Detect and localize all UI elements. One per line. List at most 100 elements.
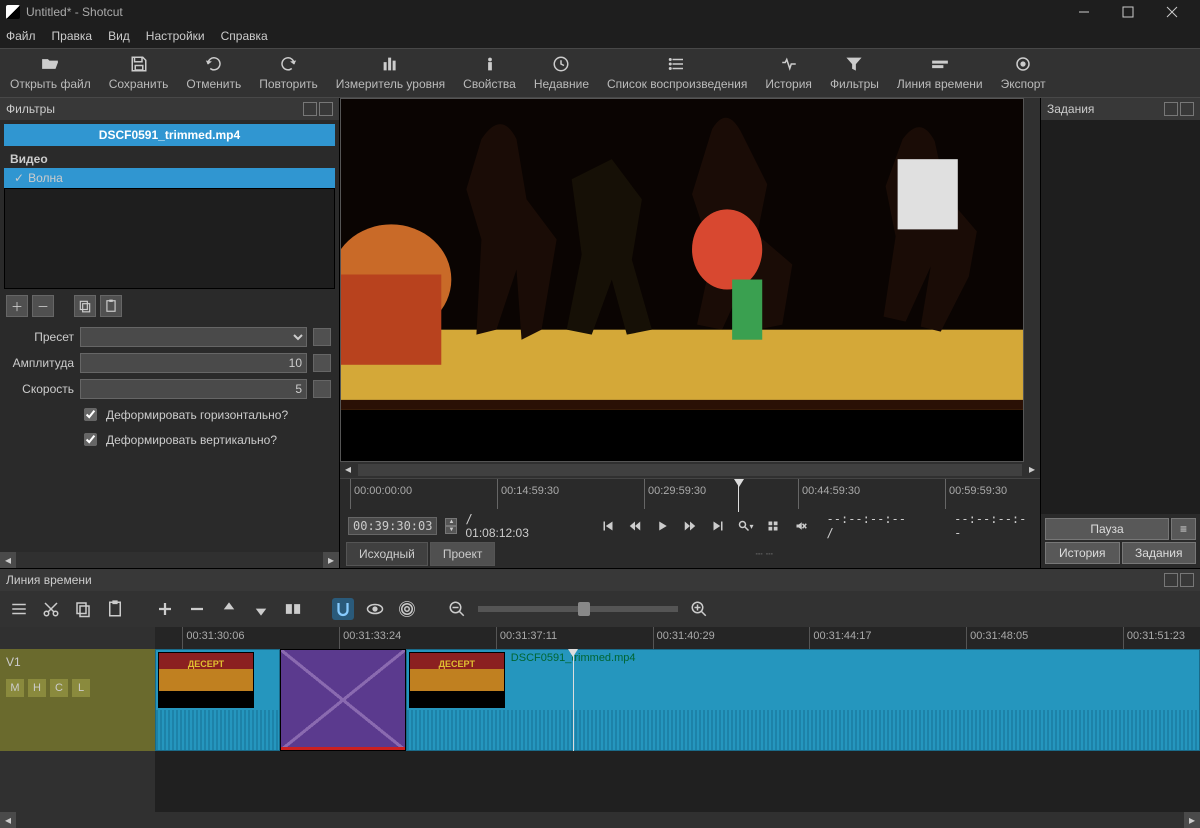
history-tab-button[interactable]: История: [1045, 542, 1120, 564]
timecode-spinner[interactable]: ▲▼: [445, 518, 457, 534]
pause-button[interactable]: Пауза: [1045, 518, 1169, 540]
copy-filter-button[interactable]: [74, 295, 96, 317]
play-button[interactable]: [653, 516, 673, 536]
paste-button[interactable]: [104, 598, 126, 620]
skip-start-button[interactable]: [598, 516, 618, 536]
scrub-audio-button[interactable]: [364, 598, 386, 620]
deform-vertical-checkbox[interactable]: Деформировать вертикально?: [8, 430, 331, 449]
jobs-menu-button[interactable]: ≡: [1171, 518, 1196, 540]
redo-button[interactable]: Повторить: [259, 55, 318, 91]
close-button[interactable]: [1150, 0, 1194, 24]
preview-v-scrollbar[interactable]: [1024, 98, 1040, 462]
zoom-slider[interactable]: [478, 606, 678, 612]
timeline-ruler[interactable]: 00:31:30:06 00:31:33:24 00:31:37:11 00:3…: [155, 627, 1200, 649]
cut-button[interactable]: [40, 598, 62, 620]
tab-project[interactable]: Проект: [430, 542, 496, 566]
append-button[interactable]: [154, 598, 176, 620]
overwrite-button[interactable]: [250, 598, 272, 620]
level-meter-button[interactable]: Измеритель уровня: [336, 55, 445, 91]
preview-scrubber[interactable]: 00:00:00:00 00:14:59:30 00:29:59:30 00:4…: [340, 478, 1040, 512]
recent-button[interactable]: Недавние: [534, 55, 589, 91]
fast-forward-button[interactable]: [681, 516, 701, 536]
param-amplitude-input[interactable]: [80, 353, 307, 373]
clip-1[interactable]: ДЕСЕРТ: [155, 649, 280, 751]
skip-end-button[interactable]: [708, 516, 728, 536]
save-button[interactable]: Сохранить: [109, 55, 169, 91]
history-icon: [780, 55, 798, 73]
current-timecode[interactable]: 00:39:30:03: [348, 517, 437, 535]
track-composite-button[interactable]: C: [50, 679, 68, 697]
track-lock-button[interactable]: L: [72, 679, 90, 697]
timeline-playhead[interactable]: [573, 649, 574, 751]
applied-filter-row[interactable]: ✓ Волна: [4, 168, 335, 188]
total-timecode: / 01:08:12:03: [465, 512, 541, 540]
menu-help[interactable]: Справка: [221, 29, 268, 43]
track-name: V1: [6, 655, 21, 669]
grid-button[interactable]: [763, 516, 783, 536]
panel-close-icon[interactable]: [319, 102, 333, 116]
zoom-in-button[interactable]: [688, 598, 710, 620]
rewind-button[interactable]: [625, 516, 645, 536]
panel-float-icon[interactable]: [303, 102, 317, 116]
menu-view[interactable]: Вид: [108, 29, 130, 43]
param-speed-input[interactable]: [80, 379, 307, 399]
panel-close-icon[interactable]: [1180, 102, 1194, 116]
split-button[interactable]: [282, 598, 304, 620]
copy-button[interactable]: [72, 598, 94, 620]
snap-button[interactable]: [332, 598, 354, 620]
param-speed-label: Скорость: [8, 382, 74, 396]
jobs-tab-button[interactable]: Задания: [1122, 542, 1197, 564]
paste-filter-button[interactable]: [100, 295, 122, 317]
menu-file[interactable]: Файл: [6, 29, 36, 43]
minimize-button[interactable]: [1062, 0, 1106, 24]
filters-h-scrollbar[interactable]: ◂▸: [0, 552, 339, 568]
open-file-button[interactable]: Открыть файл: [10, 55, 91, 91]
maximize-button[interactable]: [1106, 0, 1150, 24]
video-preview[interactable]: [340, 98, 1024, 462]
panel-float-icon[interactable]: [1164, 573, 1178, 587]
preview-h-scrollbar[interactable]: ◂▸: [340, 462, 1040, 478]
menu-settings[interactable]: Настройки: [146, 29, 205, 43]
param-speed-reset[interactable]: [313, 380, 331, 398]
filters-button[interactable]: Фильтры: [830, 55, 879, 91]
remove-filter-button[interactable]: －: [32, 295, 54, 317]
zoom-dropdown-button[interactable]: ▾: [736, 516, 756, 536]
transition-1[interactable]: [280, 649, 405, 751]
save-icon: [130, 55, 148, 73]
lift-button[interactable]: [218, 598, 240, 620]
level-meter-icon: [381, 55, 399, 73]
properties-button[interactable]: Свойства: [463, 55, 516, 91]
timeline-menu-button[interactable]: [8, 598, 30, 620]
timeline-button[interactable]: Линия времени: [897, 55, 983, 91]
deform-horizontal-checkbox[interactable]: Деформировать горизонтально?: [8, 405, 331, 424]
menu-edit[interactable]: Правка: [52, 29, 93, 43]
track-mute-button[interactable]: M: [6, 679, 24, 697]
param-amplitude-reset[interactable]: [313, 354, 331, 372]
filter-category-label: Видео: [0, 150, 339, 168]
export-button[interactable]: Экспорт: [1001, 55, 1046, 91]
ripple-delete-button[interactable]: [186, 598, 208, 620]
history-button[interactable]: История: [765, 55, 812, 91]
preview-area: ◂▸ 00:00:00:00 00:14:59:30 00:29:59:30 0…: [340, 98, 1040, 568]
panel-close-icon[interactable]: [1180, 573, 1194, 587]
jobs-panel-title: Задания: [1047, 102, 1094, 116]
playlist-button[interactable]: Список воспроизведения: [607, 55, 747, 91]
video-track-v1[interactable]: ДЕСЕРТ ДЕСЕРТ DSCF0591_trimmed.mp4: [155, 649, 1200, 751]
zoom-out-button[interactable]: [446, 598, 468, 620]
panel-float-icon[interactable]: [1164, 102, 1178, 116]
drag-handle-icon[interactable]: ┄┄: [497, 547, 1034, 561]
tab-source[interactable]: Исходный: [346, 542, 428, 566]
add-filter-button[interactable]: ＋: [6, 295, 28, 317]
preset-select[interactable]: [80, 327, 307, 347]
funnel-icon: [845, 55, 863, 73]
filter-list-area: [4, 188, 335, 289]
ripple-button[interactable]: [396, 598, 418, 620]
track-head-v1[interactable]: V1 M H C L: [0, 649, 155, 751]
preset-save-button[interactable]: [313, 328, 331, 346]
undo-button[interactable]: Отменить: [186, 55, 241, 91]
timeline-h-scrollbar[interactable]: ◂▸: [0, 812, 1200, 828]
timeline-tracks[interactable]: 00:31:30:06 00:31:33:24 00:31:37:11 00:3…: [155, 627, 1200, 812]
track-hide-button[interactable]: H: [28, 679, 46, 697]
clip-2[interactable]: ДЕСЕРТ DSCF0591_trimmed.mp4: [406, 649, 1200, 751]
mute-button[interactable]: [791, 516, 811, 536]
